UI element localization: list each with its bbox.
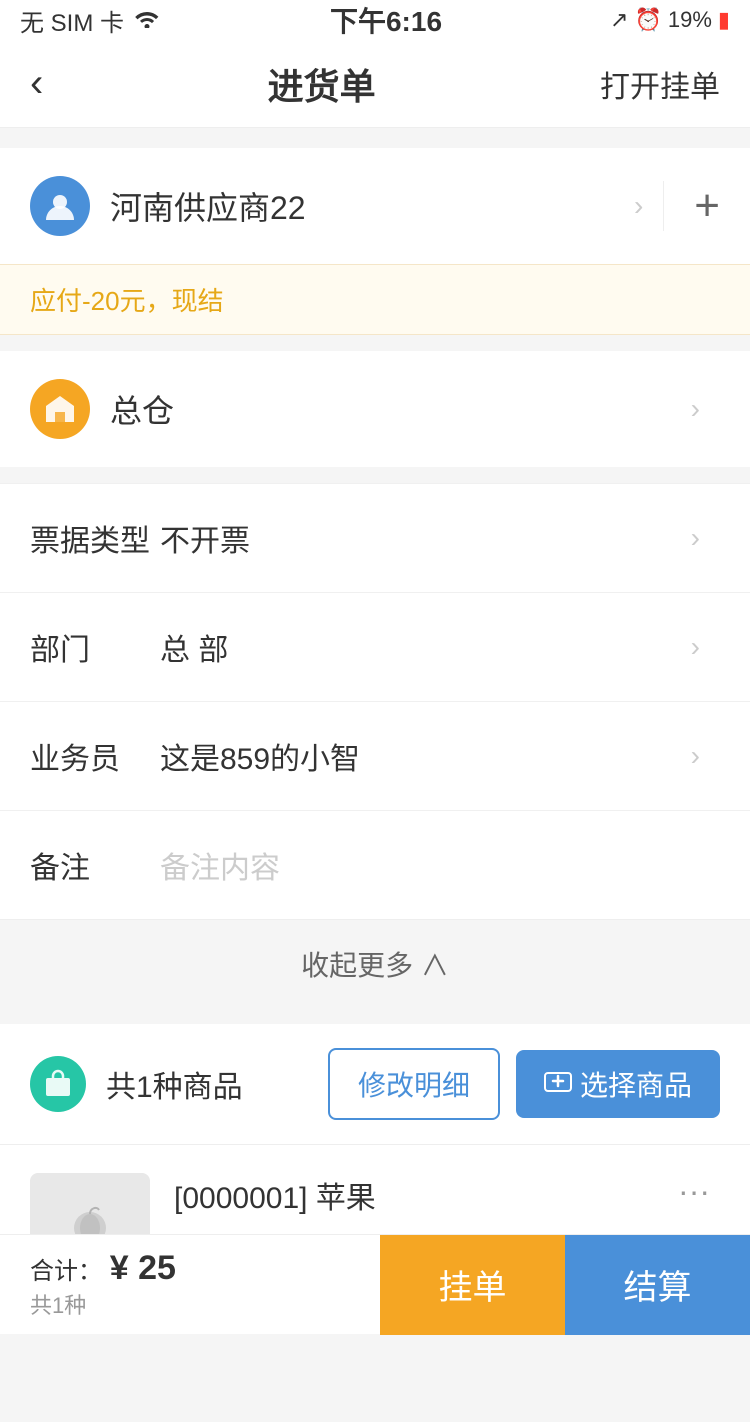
ticket-type-chevron-icon: ›	[691, 522, 700, 554]
department-chevron-icon: ›	[691, 631, 700, 663]
product-title: 苹果	[316, 1182, 376, 1215]
product-code: [0000001]	[174, 1182, 307, 1215]
ticket-type-value: 不开票	[160, 516, 691, 560]
hang-order-button[interactable]: 挂单	[380, 1235, 565, 1335]
product-section-icon	[30, 1056, 86, 1112]
collapse-bar[interactable]: 收起更多 ∧	[0, 919, 750, 1008]
supplier-section: 河南供应商22 › + 应付-20元，现结	[0, 148, 750, 335]
status-bar: 无 SIM 卡 下午6:16 ↗ ⏰ 19% ▮	[0, 0, 750, 40]
location-icon: ↗	[610, 7, 628, 33]
warehouse-row[interactable]: 总仓 ›	[0, 351, 750, 467]
supplier-name: 河南供应商22	[110, 183, 634, 229]
supplier-avatar	[30, 176, 90, 236]
warehouse-name: 总仓	[110, 386, 691, 432]
salesman-row[interactable]: 业务员 这是859的小智 ›	[0, 701, 750, 810]
department-value: 总 部	[160, 625, 691, 669]
status-right: ↗ ⏰ 19% ▮	[610, 7, 730, 33]
checkout-button[interactable]: 结算	[565, 1235, 750, 1335]
bottom-padding	[0, 1322, 750, 1422]
product-count: 共1种商品	[106, 1062, 328, 1106]
ticket-type-label: 票据类型	[30, 516, 160, 560]
salesman-label: 业务员	[30, 734, 160, 778]
back-button[interactable]: ‹	[30, 61, 43, 106]
total-label: 合计：	[30, 1258, 102, 1285]
product-header: 共1种商品 修改明细 选择商品	[0, 1024, 750, 1145]
no-sim-text: 无 SIM 卡	[20, 3, 124, 38]
salesman-chevron-icon: ›	[691, 740, 700, 772]
total-line: 合计： ¥ 25	[30, 1249, 350, 1288]
supplier-chevron-icon: ›	[634, 190, 643, 222]
nav-bar: ‹ 进货单 打开挂单	[0, 40, 750, 128]
department-row[interactable]: 部门 总 部 ›	[0, 592, 750, 701]
edit-detail-button[interactable]: 修改明细	[328, 1048, 500, 1120]
remark-placeholder: 备注内容	[160, 843, 720, 887]
battery-icon: ▮	[718, 7, 730, 33]
bottom-bar: 合计： ¥ 25 共1种 挂单 结算	[0, 1234, 750, 1334]
section-divider-2	[0, 335, 750, 351]
alarm-icon: ⏰	[634, 7, 661, 33]
open-pending-button[interactable]: 打开挂单	[600, 62, 720, 106]
product-name: [0000001] 苹果	[174, 1173, 668, 1217]
section-divider-3	[0, 467, 750, 483]
section-divider-1	[0, 128, 750, 148]
supplier-row[interactable]: 河南供应商22 › +	[0, 148, 750, 264]
remark-label: 备注	[30, 843, 160, 887]
form-section: 票据类型 不开票 › 部门 总 部 › 业务员 这是859的小智 › 备注 备注…	[0, 483, 750, 919]
warehouse-chevron-icon: ›	[691, 393, 700, 425]
supplier-divider	[663, 181, 664, 231]
select-product-label: 选择商品	[580, 1064, 692, 1104]
status-time: 下午6:16	[330, 0, 442, 40]
warehouse-section: 总仓 ›	[0, 351, 750, 467]
product-more-button[interactable]: ···	[668, 1173, 720, 1210]
department-label: 部门	[30, 625, 160, 669]
total-section: 合计： ¥ 25 共1种	[0, 1249, 380, 1320]
status-left: 无 SIM 卡	[20, 3, 162, 38]
salesman-value: 这是859的小智	[160, 734, 691, 778]
wifi-icon	[132, 6, 162, 35]
total-sub: 共1种	[30, 1288, 350, 1320]
remark-row[interactable]: 备注 备注内容	[0, 810, 750, 919]
ticket-type-row[interactable]: 票据类型 不开票 ›	[0, 483, 750, 592]
select-product-button[interactable]: 选择商品	[516, 1050, 720, 1118]
add-supplier-button[interactable]: +	[694, 184, 720, 228]
warehouse-icon	[30, 379, 90, 439]
page-title: 进货单	[268, 58, 376, 110]
total-amount: ¥ 25	[110, 1249, 176, 1287]
supplier-notice: 应付-20元，现结	[0, 264, 750, 335]
battery-text: 19%	[668, 7, 712, 33]
